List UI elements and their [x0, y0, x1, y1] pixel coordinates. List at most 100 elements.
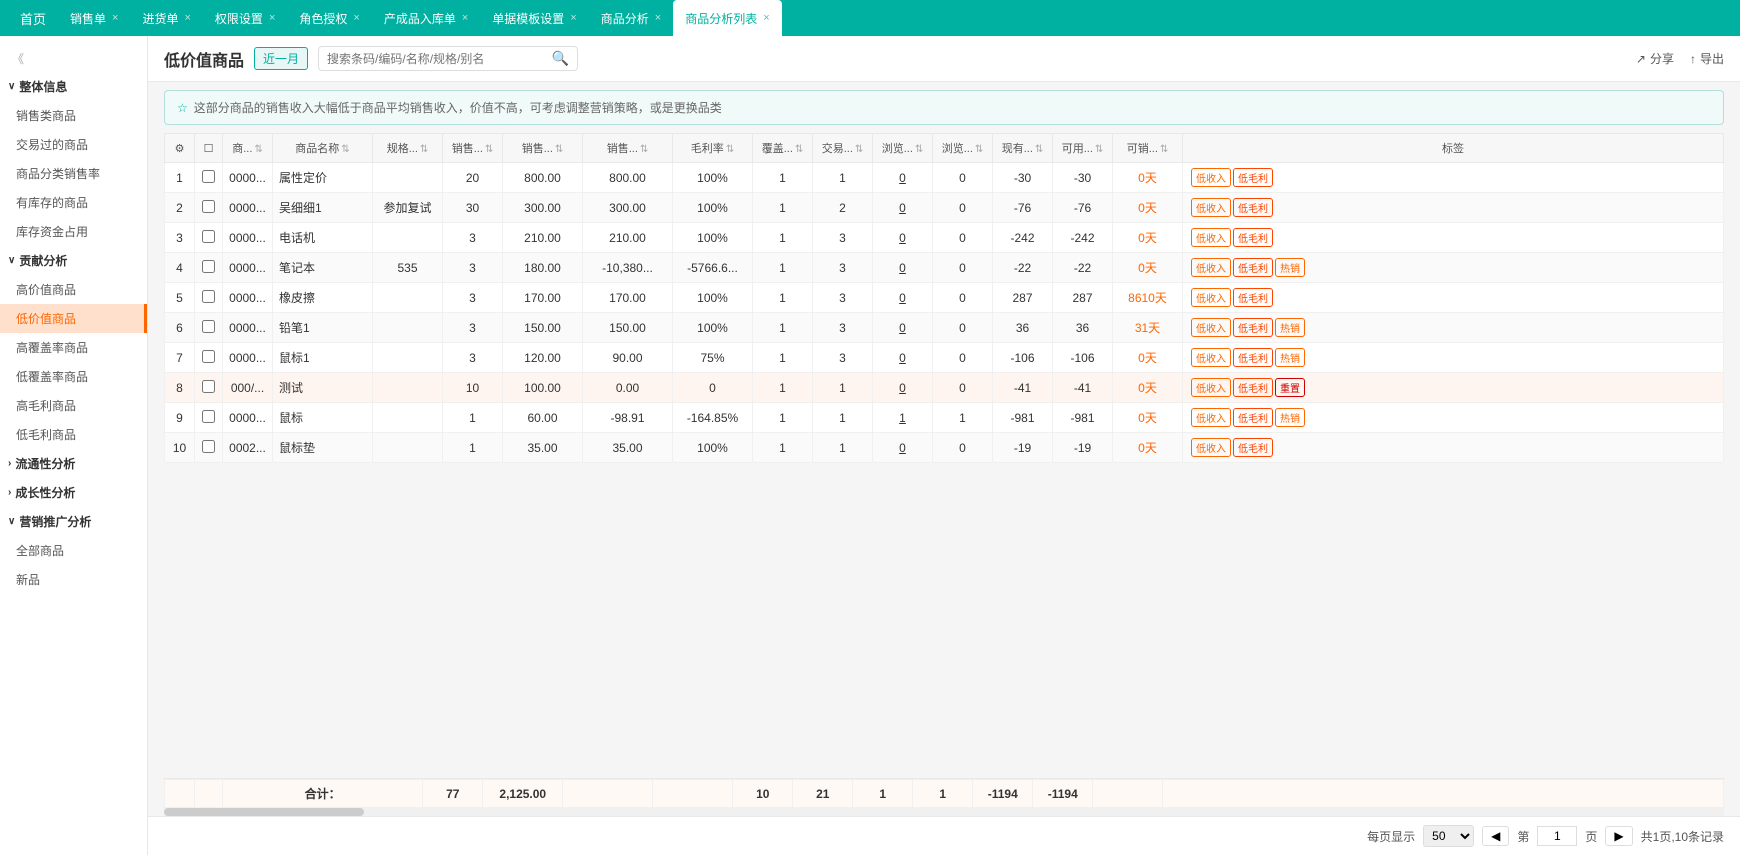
th-browse1[interactable]: 浏览...⇅: [873, 134, 933, 163]
cell-check[interactable]: [195, 193, 223, 223]
th-browse2[interactable]: 浏览...⇅: [933, 134, 993, 163]
cell-browse1[interactable]: 0: [873, 193, 933, 223]
sidebar-group-contribution[interactable]: ∨贡献分析: [0, 246, 147, 275]
sidebar-group-overall[interactable]: ∨整体信息: [0, 72, 147, 101]
browse-link[interactable]: 1: [899, 411, 906, 425]
th-s2[interactable]: 销售...⇅: [503, 134, 583, 163]
next-page-btn[interactable]: ▶: [1605, 826, 1632, 846]
cell-stock1: -19: [993, 433, 1053, 463]
th-stock1[interactable]: 现有...⇅: [993, 134, 1053, 163]
th-name[interactable]: 商品名称⇅: [273, 134, 373, 163]
sidebar-item-traded-goods[interactable]: 交易过的商品: [0, 130, 147, 159]
th-trade[interactable]: 交易...⇅: [813, 134, 873, 163]
browse-link[interactable]: 0: [899, 231, 906, 245]
sidebar-item-stock-capital[interactable]: 库存资金占用: [0, 217, 147, 246]
cell-tags: 低收入低毛利: [1183, 193, 1724, 223]
page-input[interactable]: [1537, 826, 1577, 846]
nav-home[interactable]: 首页: [8, 0, 58, 36]
nav-item-0[interactable]: 销售单×: [58, 0, 130, 36]
cell-browse1[interactable]: 1: [873, 403, 933, 433]
cell-check[interactable]: [195, 223, 223, 253]
close-icon-4[interactable]: ×: [462, 12, 468, 24]
th-s1[interactable]: 销售...⇅: [443, 134, 503, 163]
th-tags[interactable]: 标签: [1183, 134, 1724, 163]
search-input[interactable]: [327, 52, 548, 66]
cell-check[interactable]: [195, 433, 223, 463]
cell-browse1[interactable]: 0: [873, 223, 933, 253]
close-icon-6[interactable]: ×: [655, 12, 661, 24]
nav-item-4[interactable]: 产成品入库单×: [372, 0, 480, 36]
cell-browse1[interactable]: 0: [873, 433, 933, 463]
browse-link[interactable]: 0: [899, 171, 906, 185]
browse-link[interactable]: 0: [899, 351, 906, 365]
sidebar-item-low-coverage[interactable]: 低覆盖率商品: [0, 362, 147, 391]
th-s3[interactable]: 销售...⇅: [583, 134, 673, 163]
browse-link[interactable]: 0: [899, 381, 906, 395]
cell-browse1[interactable]: 0: [873, 313, 933, 343]
cell-browse1[interactable]: 0: [873, 163, 933, 193]
cell-browse1[interactable]: 0: [873, 283, 933, 313]
th-code[interactable]: 商...⇅: [223, 134, 273, 163]
nav-item-2[interactable]: 权限设置×: [203, 0, 287, 36]
nav-item-5[interactable]: 单据模板设置×: [480, 0, 588, 36]
cell-trade: 3: [813, 343, 873, 373]
cell-s3: 35.00: [583, 433, 673, 463]
per-page-select[interactable]: 50 20 100: [1423, 825, 1474, 847]
browse-link[interactable]: 0: [899, 201, 906, 215]
horizontal-scrollbar[interactable]: [164, 808, 1724, 816]
table-wrapper[interactable]: ⚙ ☐ 商...⇅ 商品名称⇅ 规格...⇅ 销售...⇅ 销售...⇅ 销售.…: [164, 133, 1724, 778]
close-icon-7[interactable]: ×: [763, 12, 769, 24]
browse-link[interactable]: 0: [899, 291, 906, 305]
cell-check[interactable]: [195, 163, 223, 193]
cell-check[interactable]: [195, 343, 223, 373]
sidebar-item-high-coverage[interactable]: 高覆盖率商品: [0, 333, 147, 362]
sidebar-group-circulation[interactable]: ›流通性分析: [0, 449, 147, 478]
cell-browse1[interactable]: 0: [873, 253, 933, 283]
nav-item-6[interactable]: 商品分析×: [589, 0, 673, 36]
cell-check[interactable]: [195, 373, 223, 403]
close-icon-0[interactable]: ×: [112, 12, 118, 24]
prev-page-btn[interactable]: ◀: [1482, 826, 1509, 846]
close-icon-1[interactable]: ×: [184, 12, 190, 24]
sidebar-item-all-goods[interactable]: 全部商品: [0, 536, 147, 565]
th-stock2[interactable]: 可用...⇅: [1053, 134, 1113, 163]
sidebar-item-new-goods[interactable]: 新品: [0, 565, 147, 594]
th-stock3[interactable]: 可销...⇅: [1113, 134, 1183, 163]
sidebar-item-high-value[interactable]: 高价值商品: [0, 275, 147, 304]
cell-check[interactable]: [195, 253, 223, 283]
browse-link[interactable]: 0: [899, 261, 906, 275]
close-icon-3[interactable]: ×: [353, 12, 359, 24]
share-button[interactable]: ↗ 分享: [1636, 50, 1674, 67]
nav-item-3[interactable]: 角色授权×: [287, 0, 371, 36]
close-icon-5[interactable]: ×: [570, 12, 576, 24]
cell-browse1[interactable]: 0: [873, 343, 933, 373]
sidebar-item-low-value[interactable]: 低价值商品: [0, 304, 147, 333]
th-checkbox[interactable]: ☐: [195, 134, 223, 163]
sidebar-collapse-btn[interactable]: 《: [8, 48, 28, 68]
sidebar-item-high-profit[interactable]: 高毛利商品: [0, 391, 147, 420]
sidebar-item-category-sales-rate[interactable]: 商品分类销售率: [0, 159, 147, 188]
browse-link[interactable]: 0: [899, 321, 906, 335]
sidebar-item-low-profit[interactable]: 低毛利商品: [0, 420, 147, 449]
export-button[interactable]: ↑ 导出: [1690, 50, 1724, 67]
th-settings[interactable]: ⚙: [165, 134, 195, 163]
search-icon[interactable]: 🔍: [552, 50, 569, 67]
browse-link[interactable]: 0: [899, 441, 906, 455]
filter-tag-recent[interactable]: 近一月: [254, 47, 308, 70]
cell-stock1: 287: [993, 283, 1053, 313]
cell-check[interactable]: [195, 403, 223, 433]
close-icon-2[interactable]: ×: [269, 12, 275, 24]
scrollbar-thumb[interactable]: [164, 808, 364, 816]
cell-check[interactable]: [195, 283, 223, 313]
nav-item-1[interactable]: 进货单×: [130, 0, 202, 36]
sidebar-group-marketing[interactable]: ∨营销推广分析: [0, 507, 147, 536]
sidebar-group-growth[interactable]: ›成长性分析: [0, 478, 147, 507]
th-spec[interactable]: 规格...⇅: [373, 134, 443, 163]
sidebar-item-sales-goods[interactable]: 销售类商品: [0, 101, 147, 130]
sidebar-item-stocked-goods[interactable]: 有库存的商品: [0, 188, 147, 217]
cell-browse1[interactable]: 0: [873, 373, 933, 403]
nav-item-7[interactable]: 商品分析列表×: [673, 0, 781, 36]
th-cov[interactable]: 覆盖...⇅: [753, 134, 813, 163]
cell-check[interactable]: [195, 313, 223, 343]
th-profit[interactable]: 毛利率⇅: [673, 134, 753, 163]
